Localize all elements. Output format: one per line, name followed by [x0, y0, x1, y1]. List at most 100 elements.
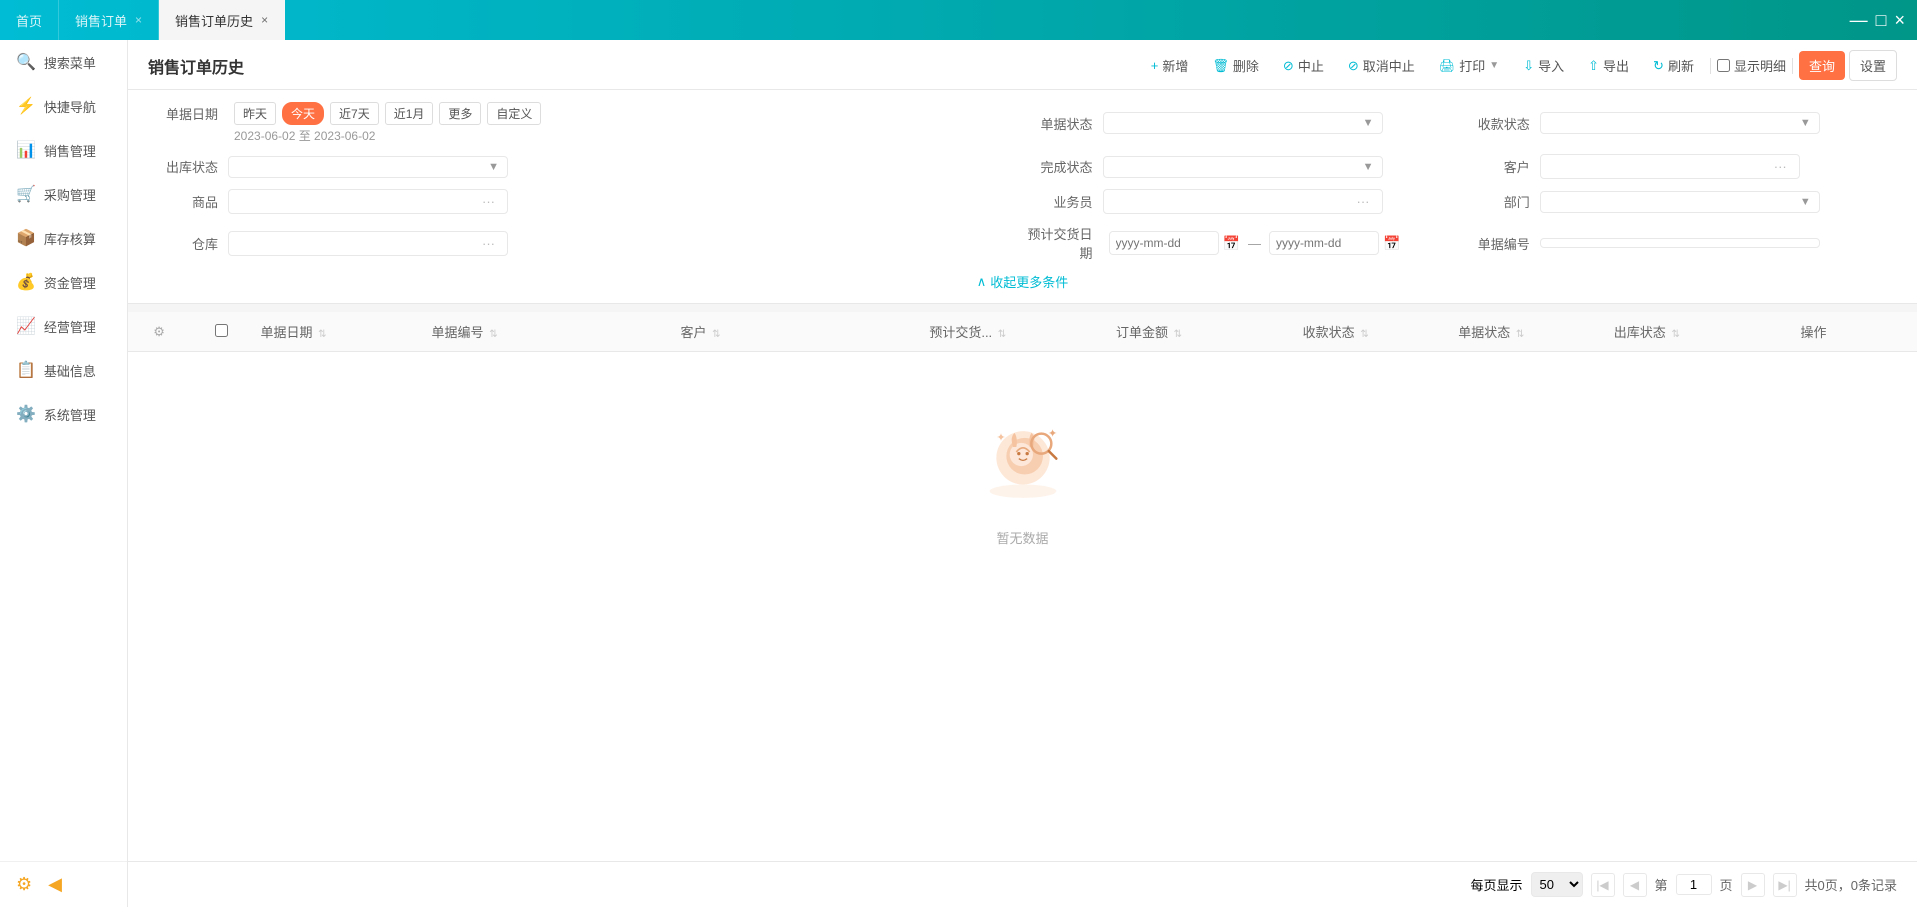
top-bar: 首页 销售订单 × 销售订单历史 × — □ ×: [0, 0, 1917, 40]
refresh-button[interactable]: ↻ 刷新: [1643, 51, 1704, 80]
query-button[interactable]: 查询: [1799, 51, 1845, 80]
date-more[interactable]: 更多: [439, 102, 481, 125]
th-number[interactable]: 单据编号 ⇅: [424, 312, 673, 352]
filter-row-4: 仓库 ··· 预计交货日期 📅 — 📅 单据编号: [148, 224, 1897, 262]
next-page-button[interactable]: ▶: [1741, 873, 1765, 897]
chevron-up-icon: ∧: [977, 274, 987, 290]
sidebar-item-base-info-label: 基础信息: [44, 361, 96, 380]
tab-sales-order-history-close[interactable]: ×: [261, 13, 268, 27]
settings-button[interactable]: 设置: [1849, 50, 1897, 81]
sidebar-item-operation-label: 经营管理: [44, 317, 96, 336]
sales-icon: 📊: [16, 140, 36, 160]
date-today[interactable]: 今天: [282, 102, 324, 125]
delete-button[interactable]: 🗑 删除: [1202, 51, 1269, 80]
table-header: ⚙ 单据日期 ⇅ 单据编号 ⇅: [128, 312, 1917, 352]
payment-status-arrow: ▼: [1800, 117, 1811, 129]
calendar-start-icon[interactable]: 📅: [1223, 235, 1240, 252]
bill-number-input[interactable]: [1540, 238, 1820, 248]
dept-select[interactable]: ▼: [1540, 191, 1820, 213]
delivery-date-label: 预计交货日期: [1023, 224, 1103, 262]
sidebar-item-operation[interactable]: 📈 经营管理: [0, 304, 127, 348]
date-last7[interactable]: 近7天: [330, 102, 379, 125]
export-button[interactable]: ⇧ 导出: [1578, 51, 1639, 80]
table-settings-icon[interactable]: ⚙: [153, 324, 165, 339]
tab-sales-order-close[interactable]: ×: [135, 13, 142, 27]
th-delivery[interactable]: 预计交货... ⇅: [921, 312, 1108, 352]
th-out-status[interactable]: 出库状态 ⇅: [1606, 312, 1793, 352]
warehouse-input[interactable]: ···: [228, 231, 508, 256]
salesperson-input[interactable]: ···: [1103, 189, 1383, 214]
page-size-select[interactable]: 50 10 20 100: [1531, 872, 1583, 897]
cancel-stop-button[interactable]: ⊘ 取消中止: [1338, 51, 1425, 80]
th-date[interactable]: 单据日期 ⇅: [252, 312, 423, 352]
date-last-month[interactable]: 近1月: [385, 102, 434, 125]
salesperson-ellipsis[interactable]: ···: [1353, 194, 1374, 209]
tab-home[interactable]: 首页: [0, 0, 59, 40]
purchase-icon: 🛒: [16, 184, 36, 204]
select-all-checkbox[interactable]: [215, 324, 228, 337]
sidebar-item-sales[interactable]: 📊 销售管理: [0, 128, 127, 172]
date-custom[interactable]: 自定义: [487, 102, 541, 125]
last-page-button[interactable]: ▶|: [1773, 873, 1797, 897]
warehouse-ellipsis[interactable]: ···: [478, 236, 499, 251]
export-icon: ⇧: [1588, 58, 1599, 74]
sort-number-icon: ⇅: [489, 329, 497, 340]
sidebar-item-quick-nav[interactable]: ⚡ 快捷导航: [0, 84, 127, 128]
display-cols-checkbox[interactable]: [1717, 59, 1730, 72]
cancel-stop-icon: ⊘: [1348, 58, 1359, 74]
th-bill-status[interactable]: 单据状态 ⇅: [1450, 312, 1606, 352]
sidebar-item-purchase[interactable]: 🛒 采购管理: [0, 172, 127, 216]
data-table: ⚙ 单据日期 ⇅ 单据编号 ⇅: [128, 312, 1917, 352]
first-page-button[interactable]: |◀: [1591, 873, 1615, 897]
th-customer[interactable]: 客户 ⇅: [672, 312, 921, 352]
tab-sales-order[interactable]: 销售订单 ×: [59, 0, 159, 40]
print-button[interactable]: 🖨 打印 ▼: [1429, 51, 1509, 80]
new-button[interactable]: + 新增: [1141, 51, 1199, 80]
sidebar-item-system[interactable]: ⚙️ 系统管理: [0, 392, 127, 436]
payment-status-select[interactable]: ▼: [1540, 112, 1820, 134]
th-amount[interactable]: 订单金额 ⇅: [1108, 312, 1295, 352]
date-range-display: 2023-06-02 至 2023-06-02: [234, 129, 375, 143]
toolbar: + 新增 🗑 删除 ⊘ 中止 ⊘ 取消中止 🖨 打印: [1141, 50, 1897, 81]
sidebar-item-quick-nav-label: 快捷导航: [44, 97, 96, 116]
tab-sales-order-history[interactable]: 销售订单历史 ×: [159, 0, 285, 40]
maximize-icon[interactable]: □: [1876, 10, 1887, 31]
display-cols-label[interactable]: 显示明细: [1717, 56, 1786, 75]
divider2: [1792, 58, 1793, 74]
calendar-end-icon[interactable]: 📅: [1383, 235, 1400, 252]
page-label-pre: 第: [1655, 875, 1668, 894]
th-pay-status[interactable]: 收款状态 ⇅: [1295, 312, 1451, 352]
date-yesterday[interactable]: 昨天: [234, 102, 276, 125]
page-label: 页: [1720, 875, 1733, 894]
customer-input[interactable]: ···: [1540, 154, 1800, 179]
sidebar-settings-icon[interactable]: ⚙: [16, 874, 32, 895]
filter-col-out-status: 出库状态 ▼: [148, 156, 1023, 178]
delivery-date-end[interactable]: [1269, 231, 1379, 255]
sidebar-item-base-info[interactable]: 📋 基础信息: [0, 348, 127, 392]
delivery-date-start[interactable]: [1109, 231, 1219, 255]
complete-status-select[interactable]: ▼: [1103, 156, 1383, 178]
goods-input[interactable]: ···: [228, 189, 508, 214]
collapse-filters[interactable]: ∧ 收起更多条件: [148, 272, 1897, 291]
filter-col-date: 单据日期 昨天 今天 近7天 近1月 更多 自定义 2023-06-02 至 2…: [148, 102, 1023, 144]
sidebar-item-inventory[interactable]: 📦 库存核算: [0, 216, 127, 260]
empty-text: 暂无数据: [996, 528, 1048, 547]
sidebar-item-finance[interactable]: 💰 资金管理: [0, 260, 127, 304]
sidebar-item-search[interactable]: 🔍 搜索菜单: [0, 40, 127, 84]
import-button[interactable]: ⇩ 导入: [1513, 51, 1574, 80]
out-status-select[interactable]: ▼: [228, 156, 508, 178]
sidebar-collapse-icon[interactable]: ◀: [48, 874, 62, 895]
bill-status-select[interactable]: ▼: [1103, 112, 1383, 134]
th-checkbox: [190, 312, 252, 352]
minimize-icon[interactable]: —: [1850, 10, 1868, 31]
import-icon: ⇩: [1523, 58, 1534, 74]
main-layout: 🔍 搜索菜单 ⚡ 快捷导航 📊 销售管理 🛒 采购管理 📦 库存核算 💰 资金管…: [0, 40, 1917, 907]
close-icon[interactable]: ×: [1894, 10, 1905, 31]
customer-ellipsis[interactable]: ···: [1770, 159, 1791, 174]
prev-page-button[interactable]: ◀: [1623, 873, 1647, 897]
stop-icon: ⊘: [1283, 58, 1294, 74]
page-number-input[interactable]: [1676, 874, 1712, 895]
date-group: 昨天 今天 近7天 近1月 更多 自定义: [234, 102, 541, 125]
stop-button[interactable]: ⊘ 中止: [1273, 51, 1334, 80]
goods-ellipsis[interactable]: ···: [478, 194, 499, 209]
